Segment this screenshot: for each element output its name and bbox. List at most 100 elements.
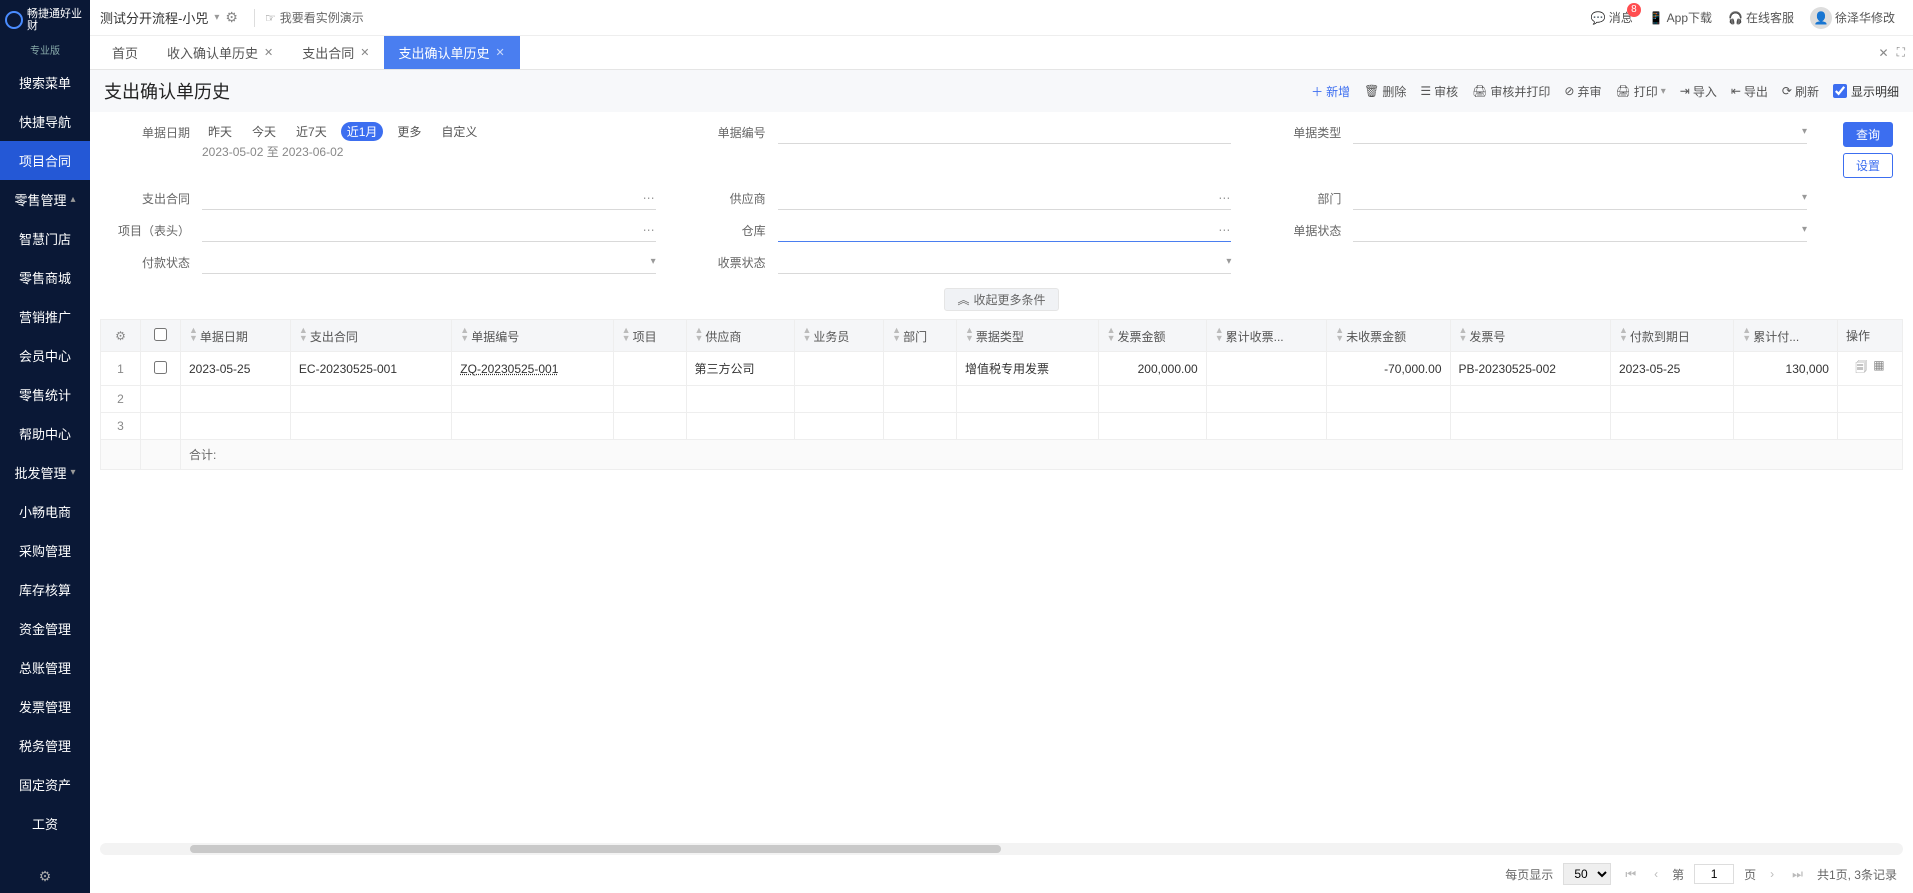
column-header[interactable]: ▲▼项目 — [613, 320, 686, 352]
table-row[interactable]: 12023-05-25EC-20230525-001ZQ-20230525-00… — [101, 352, 1903, 386]
filter-status-select[interactable]: ▾ — [1353, 220, 1807, 242]
app-download-button[interactable]: 📱 App下载 — [1649, 9, 1712, 26]
date-chip[interactable]: 今天 — [246, 122, 282, 141]
tab[interactable]: 首页 — [98, 36, 153, 69]
sidebar-item[interactable]: 搜索菜单 — [0, 63, 90, 102]
date-chip[interactable]: 自定义 — [435, 122, 483, 141]
column-header[interactable]: ▲▼部门 — [884, 320, 957, 352]
tab[interactable]: 收入确认单历史✕ — [153, 36, 288, 69]
prev-page-button[interactable]: ‹ — [1650, 867, 1662, 881]
export-button[interactable]: ⇤导出 — [1731, 83, 1768, 100]
sort-icon[interactable]: ▲▼ — [1215, 326, 1224, 342]
sidebar-item[interactable]: 会员中心 — [0, 336, 90, 375]
sidebar-item[interactable]: 固定资产 — [0, 765, 90, 804]
user-menu[interactable]: 👤 徐泽华修改 — [1810, 7, 1895, 29]
tab[interactable]: 支出合同✕ — [288, 36, 384, 69]
table-row[interactable]: 2 — [101, 386, 1903, 413]
import-button[interactable]: ⇥导入 — [1680, 83, 1717, 100]
expand-icon[interactable]: ⛶ — [1897, 45, 1905, 60]
sidebar-item[interactable]: 总账管理 — [0, 648, 90, 687]
column-header[interactable]: ▲▼未收票金额 — [1327, 320, 1450, 352]
sidebar-item[interactable]: 快捷导航 — [0, 102, 90, 141]
sort-icon[interactable]: ▲▼ — [1742, 326, 1751, 342]
gear-icon[interactable]: ⚙ — [39, 868, 52, 884]
first-page-button[interactable]: ⏮ — [1621, 867, 1640, 882]
sidebar-item[interactable]: 资金管理 — [0, 609, 90, 648]
page-input[interactable] — [1694, 864, 1734, 884]
query-button[interactable]: 查询 — [1843, 122, 1893, 147]
date-chip[interactable]: 昨天 — [202, 122, 238, 141]
sidebar-item[interactable]: 零售管理▴ — [0, 180, 90, 219]
sidebar-item[interactable]: 采购管理 — [0, 531, 90, 570]
sort-icon[interactable]: ▲▼ — [460, 326, 469, 342]
sidebar-item[interactable]: 营销推广 — [0, 297, 90, 336]
sidebar-item[interactable]: 项目合同 — [0, 141, 90, 180]
filter-supplier-input[interactable]: ⋯ — [778, 188, 1232, 210]
close-icon[interactable]: ✕ — [360, 46, 369, 59]
doc-code-link[interactable]: ZQ-20230525-001 — [460, 362, 558, 376]
sort-icon[interactable]: ▲▼ — [965, 326, 974, 342]
column-header[interactable]: ▲▼支出合同 — [290, 320, 451, 352]
row-checkbox[interactable] — [141, 352, 181, 386]
discard-button[interactable]: ⊘弃审 — [1564, 83, 1601, 100]
scrollbar-thumb[interactable] — [190, 845, 1001, 853]
column-header[interactable]: ▲▼供应商 — [686, 320, 794, 352]
column-header[interactable]: ▲▼发票号 — [1450, 320, 1610, 352]
filter-receipt-select[interactable]: ▾ — [778, 252, 1232, 274]
table-settings-button[interactable]: ⚙ — [101, 320, 141, 352]
sidebar-item[interactable]: 库存核算 — [0, 570, 90, 609]
sidebar-item[interactable]: 帮助中心 — [0, 414, 90, 453]
sidebar-item[interactable]: 工资 — [0, 804, 90, 843]
messages-button[interactable]: 💬 消息 8 — [1591, 9, 1633, 26]
close-icon[interactable]: ✕ — [1879, 46, 1889, 60]
filter-dept-select[interactable]: ▾ — [1353, 188, 1807, 210]
org-selector[interactable]: 测试分开流程-小兕 — [100, 8, 208, 27]
sort-icon[interactable]: ▲▼ — [1335, 326, 1344, 342]
close-icon[interactable]: ✕ — [264, 46, 273, 59]
sort-icon[interactable]: ▲▼ — [892, 326, 901, 342]
demo-link[interactable]: ☞ 我要看实例演示 — [265, 9, 364, 26]
online-service-button[interactable]: 🎧 在线客服 — [1728, 9, 1794, 26]
gear-icon[interactable]: ⚙ — [225, 9, 238, 26]
column-header[interactable]: ▲▼单据日期 — [181, 320, 291, 352]
sidebar-item[interactable]: 智慧门店 — [0, 219, 90, 258]
collapse-filters-button[interactable]: ︽ 收起更多条件 — [944, 288, 1058, 311]
settings-button[interactable]: 设置 — [1843, 153, 1893, 178]
column-header[interactable]: ▲▼单据编号 — [452, 320, 613, 352]
sort-icon[interactable]: ▲▼ — [622, 326, 631, 342]
sort-icon[interactable]: ▲▼ — [1619, 326, 1628, 342]
sort-icon[interactable]: ▲▼ — [1107, 326, 1116, 342]
qr-icon[interactable]: ▦ — [1873, 358, 1884, 379]
column-header[interactable]: ▲▼发票金额 — [1098, 320, 1206, 352]
filter-project-input[interactable]: ⋯ — [202, 220, 656, 242]
refresh-button[interactable]: ⟳刷新 — [1782, 83, 1819, 100]
column-header[interactable]: 操作 — [1837, 320, 1902, 352]
horizontal-scrollbar[interactable] — [100, 843, 1903, 855]
next-page-button[interactable]: › — [1766, 867, 1778, 881]
sort-icon[interactable]: ▲▼ — [695, 326, 704, 342]
column-header[interactable]: ▲▼票据类型 — [956, 320, 1098, 352]
column-header[interactable]: ▲▼付款到期日 — [1610, 320, 1733, 352]
more-icon[interactable]: ⋯ — [643, 191, 656, 205]
filter-contract-input[interactable]: ⋯ — [202, 188, 656, 210]
filter-type-select[interactable]: ▾ — [1353, 122, 1807, 144]
per-page-select[interactable]: 50 — [1563, 863, 1611, 885]
filter-pay-select[interactable]: ▾ — [202, 252, 656, 274]
show-detail-toggle[interactable]: 显示明细 — [1833, 83, 1899, 100]
sort-icon[interactable]: ▲▼ — [803, 326, 812, 342]
sidebar-item[interactable]: 批发管理▾ — [0, 453, 90, 492]
filter-warehouse-input[interactable]: ⋯ — [778, 220, 1232, 242]
close-icon[interactable]: ✕ — [496, 46, 505, 59]
date-chip[interactable]: 更多 — [391, 122, 427, 141]
column-header[interactable]: ▲▼累计付... — [1734, 320, 1838, 352]
sidebar-item[interactable]: 零售商城 — [0, 258, 90, 297]
review-print-button[interactable]: 🖨审核并打印 — [1472, 83, 1550, 100]
review-button[interactable]: ☰审核 — [1420, 83, 1458, 100]
more-icon[interactable]: ⋯ — [1218, 191, 1231, 205]
more-icon[interactable]: ⋯ — [1218, 223, 1231, 237]
tab[interactable]: 支出确认单历史✕ — [384, 36, 519, 69]
view-icon[interactable]: 🗐 — [1855, 358, 1867, 379]
row-checkbox[interactable] — [141, 413, 181, 440]
sort-icon[interactable]: ▲▼ — [189, 326, 198, 342]
add-button[interactable]: ＋新增 — [1311, 83, 1350, 100]
